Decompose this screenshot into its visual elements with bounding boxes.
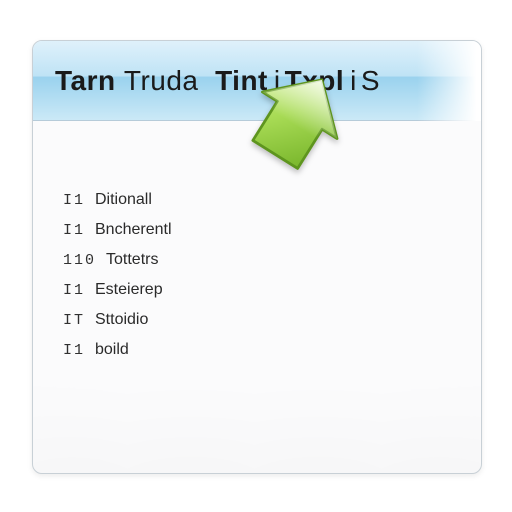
item-label: Ditionall — [95, 191, 152, 209]
item-index: I1 — [63, 342, 85, 359]
list-item[interactable]: 110 Tottetrs — [63, 245, 463, 275]
list-item[interactable]: I1 Bncherentl — [63, 215, 463, 245]
item-label: boild — [95, 341, 129, 359]
title-separator: i — [274, 65, 281, 97]
item-index: I1 — [63, 192, 85, 209]
title-word-1: Tarn — [55, 65, 116, 96]
title-word-4: Txpl — [285, 65, 345, 96]
title-word-5: S — [361, 65, 380, 96]
title-word-2: Truda — [124, 65, 199, 96]
window: Tarn Truda TintiTxpliS I1DitionallI1Bnch… — [32, 40, 482, 474]
title-text: Tarn Truda TintiTxpliS — [55, 65, 380, 97]
title-word-3: Tint — [215, 65, 268, 96]
window-body: I1 Ditionall I1 Bncherentl 110 Tottetrs I1 Este… — [33, 121, 481, 365]
item-index: 110 — [63, 252, 96, 269]
list-item[interactable]: I1 Ditionall — [63, 185, 463, 215]
list-item[interactable]: I1 boild — [63, 335, 463, 365]
list-item[interactable]: I1 Esteierep — [63, 275, 463, 305]
title-separator-2: i — [350, 65, 357, 97]
item-list: I1 Ditionall I1 Bncherentl 110 Tottetrs I1 Este… — [63, 185, 463, 365]
item-label: Bncherentl — [95, 221, 172, 239]
item-label: Esteierep — [95, 281, 163, 299]
item-label: Sttoidio — [95, 311, 148, 329]
item-label: Tottetrs — [106, 251, 158, 269]
list-item[interactable]: IT Sttoidio — [63, 305, 463, 335]
header-fade — [417, 41, 482, 121]
item-index: I1 — [63, 282, 85, 299]
item-index: IT — [63, 312, 85, 329]
item-index: I1 — [63, 222, 85, 239]
title-bar: Tarn Truda TintiTxpliS — [33, 41, 481, 121]
